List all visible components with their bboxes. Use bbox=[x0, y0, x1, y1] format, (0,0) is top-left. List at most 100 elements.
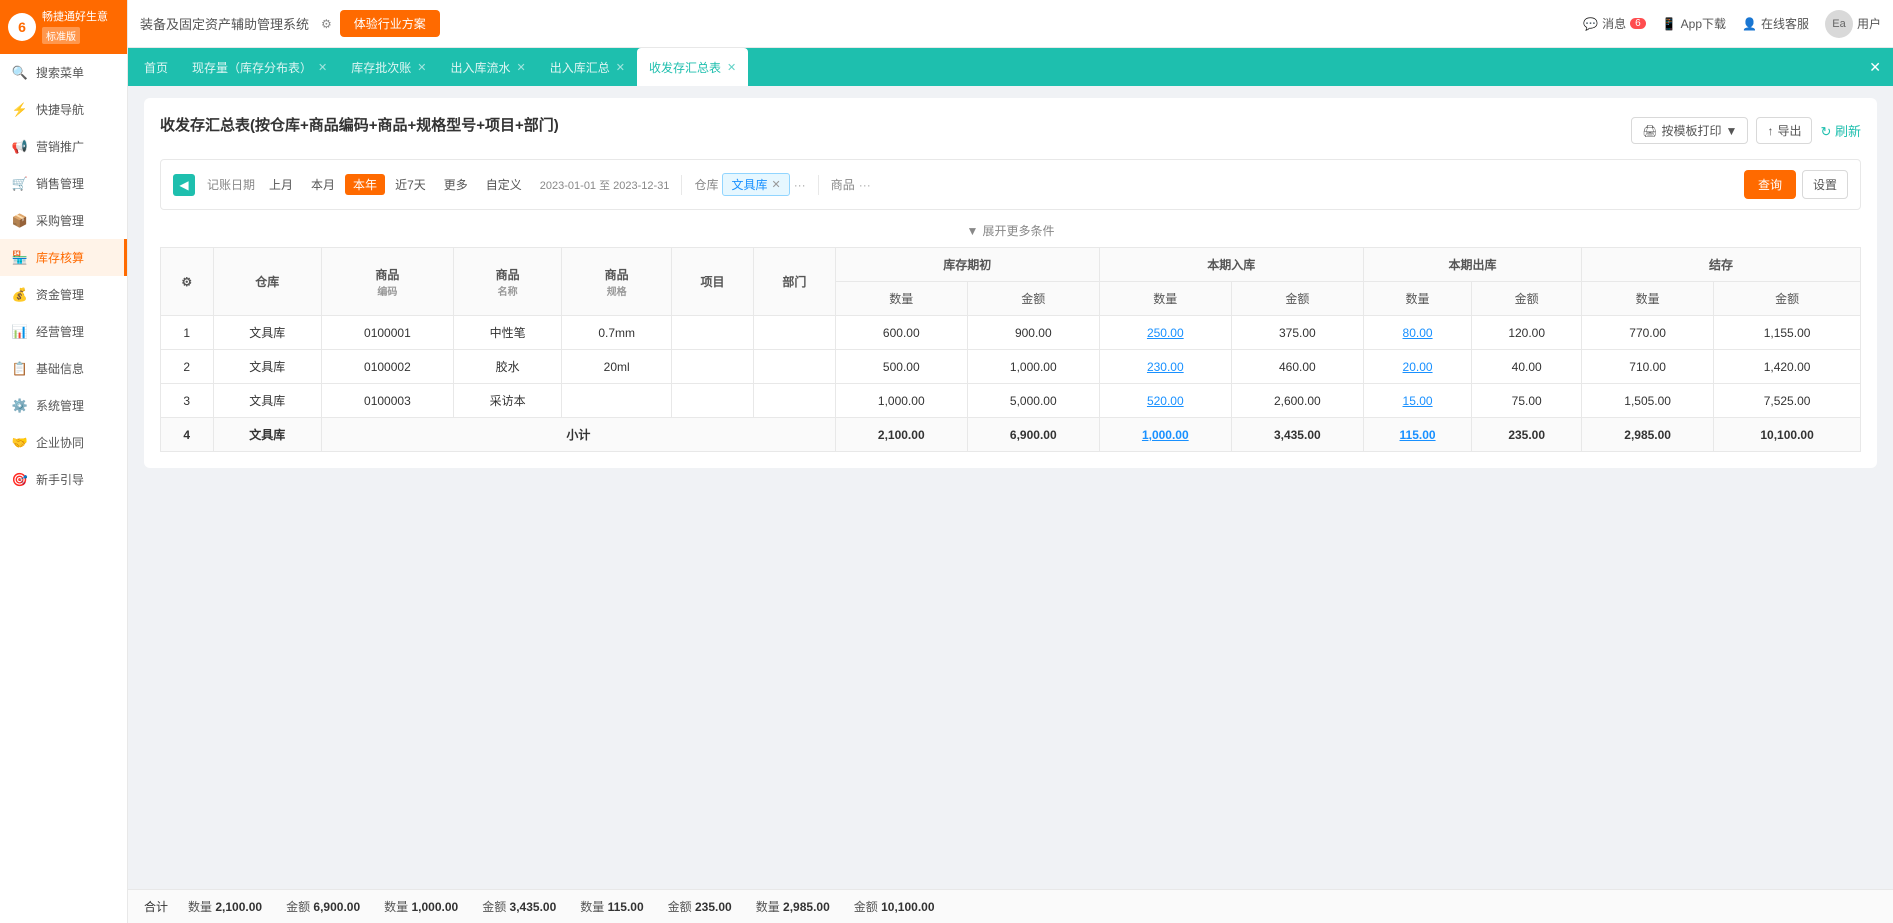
expand-button[interactable]: ▼ 展开更多条件 bbox=[967, 222, 1055, 239]
tabbar-close-button[interactable]: ✕ bbox=[1861, 59, 1889, 76]
col-goods-name: 商品名称 bbox=[453, 248, 561, 316]
logo-text: 畅捷通好生意 bbox=[42, 10, 108, 25]
tab-inventory-dist[interactable]: 现存量（库存分布表）✕ bbox=[180, 48, 339, 86]
filter-collapse-button[interactable]: ◀ bbox=[173, 174, 195, 196]
tab-inout-summary[interactable]: 出入库汇总 ✕ bbox=[538, 48, 637, 86]
cell-in-qty[interactable]: 250.00 bbox=[1099, 316, 1231, 350]
sidebar-item-basic[interactable]: 📋 基础信息 bbox=[0, 350, 127, 387]
sidebar-item-sales[interactable]: 🛒 销售管理 bbox=[0, 165, 127, 202]
table-settings-icon[interactable]: ⚙ bbox=[161, 248, 214, 316]
warehouse-tag-close[interactable]: ✕ bbox=[771, 178, 780, 191]
date-btn-上月[interactable]: 上月 bbox=[261, 174, 301, 195]
sidebar-item-quick-nav[interactable]: ⚡ 快捷导航 bbox=[0, 91, 127, 128]
subtotal-out-qty[interactable]: 115.00 bbox=[1363, 418, 1471, 452]
filter-divider-2 bbox=[818, 175, 819, 195]
col-goods-code: 商品编码 bbox=[321, 248, 453, 316]
sidebar-item-label: 基础信息 bbox=[36, 360, 84, 377]
sidebar-item-system[interactable]: ⚙️ 系统管理 bbox=[0, 387, 127, 424]
query-button[interactable]: 查询 bbox=[1744, 170, 1796, 199]
tab-label: 出入库汇总 bbox=[550, 59, 610, 76]
table-subtotal-row: 4 文具库 小计 2,100.00 6,900.00 1,000.00 3,43… bbox=[161, 418, 1861, 452]
cell-close-qty: 770.00 bbox=[1582, 316, 1714, 350]
tab-close-recv-send-summary[interactable]: ✕ bbox=[727, 61, 736, 74]
sidebar-item-purchase[interactable]: 📦 采购管理 bbox=[0, 202, 127, 239]
refresh-icon: ↻ bbox=[1820, 124, 1831, 139]
message-item[interactable]: 💬 消息 6 bbox=[1583, 15, 1646, 32]
cell-out-amt: 75.00 bbox=[1472, 384, 1582, 418]
tab-close-inout-flow[interactable]: ✕ bbox=[517, 61, 526, 74]
cell-open-qty: 600.00 bbox=[835, 316, 967, 350]
goods-filter-more[interactable]: ··· bbox=[859, 178, 871, 192]
cell-out-qty[interactable]: 20.00 bbox=[1363, 350, 1471, 384]
cell-out-qty[interactable]: 80.00 bbox=[1363, 316, 1471, 350]
sidebar-item-operation[interactable]: 📊 经营管理 bbox=[0, 313, 127, 350]
cell-no: 3 bbox=[161, 384, 214, 418]
subtotal-no: 4 bbox=[161, 418, 214, 452]
tab-label: 出入库流水 bbox=[450, 59, 510, 76]
cell-out-amt: 40.00 bbox=[1472, 350, 1582, 384]
tab-label: 收发存汇总表 bbox=[649, 59, 721, 76]
total-open-qty: 数量 2,100.00 bbox=[188, 898, 262, 915]
cell-close-amt: 1,155.00 bbox=[1714, 316, 1861, 350]
subtotal-open-qty: 2,100.00 bbox=[835, 418, 967, 452]
topbar: 装备及固定资产辅助管理系统 ⚙ 体验行业方案 💬 消息 6 📱 App下载 👤 … bbox=[128, 0, 1893, 48]
sidebar-item-label: 快捷导航 bbox=[36, 101, 84, 118]
warehouse-filter: 仓库 文具库 ✕ ··· bbox=[694, 173, 805, 196]
tab-inout-flow[interactable]: 出入库流水 ✕ bbox=[438, 48, 537, 86]
table-row: 3 文具库 0100003 采访本 1,000.00 5,000.00 520.… bbox=[161, 384, 1861, 418]
basic-icon: 📋 bbox=[12, 361, 28, 377]
online-service-label: 在线客服 bbox=[1761, 15, 1809, 32]
tab-batch[interactable]: 库存批次账✕ bbox=[339, 48, 438, 86]
col-open-amt: 金额 bbox=[967, 282, 1099, 316]
export-button[interactable]: ↑ 导出 bbox=[1756, 117, 1812, 144]
date-btn-近7天[interactable]: 近7天 bbox=[387, 174, 434, 195]
print-button[interactable]: 🖨 按模板打印 ▼ bbox=[1631, 117, 1748, 144]
refresh-button[interactable]: ↻ 刷新 bbox=[1820, 121, 1861, 140]
cell-no: 1 bbox=[161, 316, 214, 350]
settings-button[interactable]: 设置 bbox=[1802, 170, 1848, 199]
sidebar-item-marketing[interactable]: 📢 营销推广 bbox=[0, 128, 127, 165]
date-btn-本月[interactable]: 本月 bbox=[303, 174, 343, 195]
warehouse-tag: 文具库 ✕ bbox=[722, 173, 789, 196]
app-download-item[interactable]: 📱 App下载 bbox=[1662, 15, 1726, 32]
sidebar-item-finance[interactable]: 💰 资金管理 bbox=[0, 276, 127, 313]
sidebar-item-enterprise[interactable]: 🤝 企业协同 bbox=[0, 424, 127, 461]
date-btn-更多[interactable]: 更多 bbox=[436, 174, 476, 195]
cell-out-amt: 120.00 bbox=[1472, 316, 1582, 350]
cell-close-amt: 1,420.00 bbox=[1714, 350, 1861, 384]
cell-in-qty[interactable]: 520.00 bbox=[1099, 384, 1231, 418]
cell-out-qty[interactable]: 15.00 bbox=[1363, 384, 1471, 418]
date-btn-自定义[interactable]: 自定义 bbox=[478, 174, 530, 195]
warehouse-filter-more[interactable]: ··· bbox=[794, 178, 806, 192]
sidebar-logo: 6 畅捷通好生意 标准版 bbox=[0, 0, 127, 54]
sidebar-item-search[interactable]: 🔍 搜索菜单 bbox=[0, 54, 127, 91]
gear-icon[interactable]: ⚙ bbox=[321, 17, 332, 31]
tab-recv-send-summary[interactable]: 收发存汇总表 ✕ bbox=[637, 48, 748, 86]
tab-home[interactable]: 首页 bbox=[132, 48, 180, 86]
subtotal-warehouse: 文具库 bbox=[213, 418, 321, 452]
date-btn-本年[interactable]: 本年 bbox=[345, 174, 385, 195]
online-service-item[interactable]: 👤 在线客服 bbox=[1742, 15, 1809, 32]
warehouse-filter-label: 仓库 bbox=[694, 176, 718, 193]
tab-close-batch[interactable]: ✕ bbox=[417, 61, 426, 74]
subtotal-close-amt: 10,100.00 bbox=[1714, 418, 1861, 452]
cell-goods-name: 胶水 bbox=[453, 350, 561, 384]
sidebar-item-guide[interactable]: 🎯 新手引导 bbox=[0, 461, 127, 498]
cell-goods-name: 采访本 bbox=[453, 384, 561, 418]
total-open-amt: 金额 6,900.00 bbox=[286, 898, 360, 915]
user-label: 用户 bbox=[1857, 15, 1881, 32]
user-item[interactable]: Ea 用户 bbox=[1825, 10, 1881, 38]
tab-close-inventory-dist[interactable]: ✕ bbox=[318, 61, 327, 74]
sidebar-item-label: 库存核算 bbox=[36, 249, 84, 266]
trial-button[interactable]: 体验行业方案 bbox=[340, 10, 440, 37]
cell-warehouse: 文具库 bbox=[213, 316, 321, 350]
sidebar-item-inventory[interactable]: 🏪 库存核算 bbox=[0, 239, 127, 276]
cell-in-qty[interactable]: 230.00 bbox=[1099, 350, 1231, 384]
tab-close-inout-summary[interactable]: ✕ bbox=[616, 61, 625, 74]
cell-goods-name: 中性笔 bbox=[453, 316, 561, 350]
subtotal-in-qty[interactable]: 1,000.00 bbox=[1099, 418, 1231, 452]
cell-goods-code: 0100002 bbox=[321, 350, 453, 384]
cell-open-amt: 1,000.00 bbox=[967, 350, 1099, 384]
cell-dept bbox=[753, 316, 835, 350]
cell-close-amt: 7,525.00 bbox=[1714, 384, 1861, 418]
